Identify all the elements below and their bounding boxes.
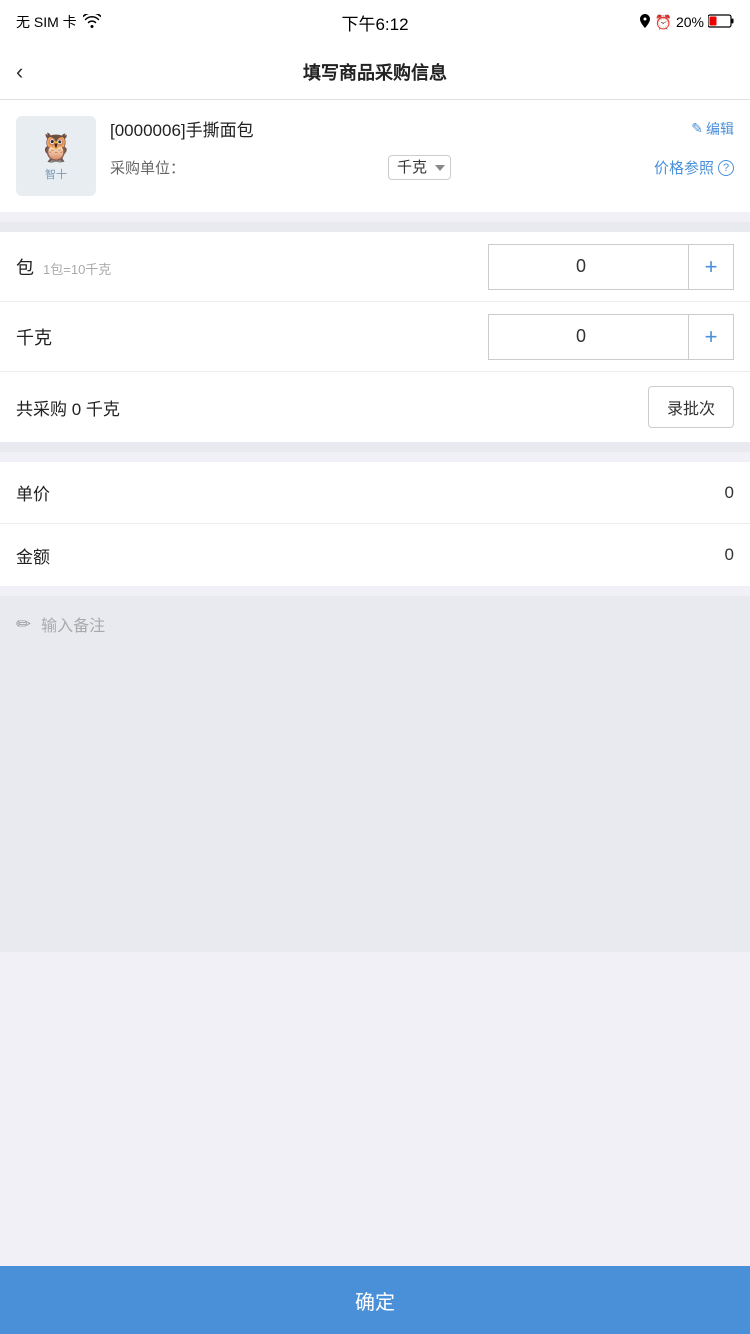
section-sep-1	[0, 222, 750, 232]
status-time: 下午6:12	[341, 10, 408, 35]
alarm-icon: ⏰	[655, 14, 672, 31]
location-icon	[639, 14, 651, 31]
bao-label: 包 1包=10千克	[16, 254, 111, 280]
help-icon: ?	[718, 160, 734, 176]
amount-label: 金额	[16, 543, 50, 568]
input-section: 包 1包=10千克 + 千克 +	[0, 232, 750, 372]
kg-input-group: +	[86, 314, 734, 360]
remark-section[interactable]: ✏ 输入备注	[0, 596, 750, 652]
batch-button[interactable]: 录批次	[648, 386, 734, 428]
status-left: 无 SIM 卡	[16, 12, 101, 32]
amount-value: 0	[725, 545, 734, 565]
battery-pct: 20%	[676, 14, 704, 30]
bao-input-group: +	[111, 244, 734, 290]
bao-sublabel: 1包=10千克	[43, 262, 111, 277]
wifi-icon	[83, 14, 101, 31]
price-section: 单价 0 金额 0	[0, 462, 750, 586]
status-right: ⏰ 20%	[639, 14, 734, 31]
unit-price-value: 0	[725, 483, 734, 503]
price-ref-link[interactable]: 价格参照 ?	[654, 157, 734, 178]
confirm-bar[interactable]: 确定	[0, 1266, 750, 1334]
status-bar: 无 SIM 卡 下午6:12 ⏰ 20%	[0, 0, 750, 44]
unit-price-label: 单价	[16, 480, 50, 505]
confirm-label: 确定	[355, 1286, 395, 1315]
page-title: 填写商品采购信息	[303, 59, 447, 85]
unit-row: 采购单位： 千克 包 价格参照 ?	[110, 155, 734, 180]
kg-label: 千克	[16, 324, 86, 350]
product-card: 🦉 智十 [0000006]手撕面包 ✎ 编辑 采购单位： 千克 包 价格参照 …	[0, 100, 750, 212]
total-text: 共采购 0 千克	[16, 395, 120, 420]
bao-plus-button[interactable]: +	[688, 244, 734, 290]
product-name: [0000006]手撕面包	[110, 116, 254, 141]
product-owl-icon: 🦉	[39, 131, 74, 164]
kg-plus-button[interactable]: +	[688, 314, 734, 360]
kg-row: 千克 +	[0, 302, 750, 372]
price-ref-label: 价格参照	[654, 157, 714, 178]
bao-row: 包 1包=10千克 +	[0, 232, 750, 302]
remark-icon: ✏	[16, 614, 31, 635]
remark-placeholder: 输入备注	[41, 612, 105, 636]
product-info: [0000006]手撕面包 ✎ 编辑 采购单位： 千克 包 价格参照 ?	[110, 116, 734, 180]
total-row: 共采购 0 千克 录批次	[0, 372, 750, 442]
unit-label: 采购单位：	[110, 157, 185, 178]
unit-price-row: 单价 0	[0, 462, 750, 524]
no-sim-label: 无 SIM 卡	[16, 12, 77, 32]
product-thumbnail: 🦉 智十	[16, 116, 96, 196]
bao-input[interactable]	[488, 244, 688, 290]
edit-label: 编辑	[706, 119, 734, 139]
nav-bar: ‹ 填写商品采购信息	[0, 44, 750, 100]
edit-icon: ✎	[691, 120, 703, 137]
product-name-row: [0000006]手撕面包 ✎ 编辑	[110, 116, 734, 141]
bottom-filler	[0, 652, 750, 952]
unit-select[interactable]: 千克 包	[388, 155, 451, 180]
battery-icon	[708, 14, 734, 31]
product-thumb-text: 智十	[45, 166, 67, 182]
back-button[interactable]: ‹	[16, 59, 23, 85]
edit-link[interactable]: ✎ 编辑	[691, 119, 734, 139]
section-sep-2	[0, 442, 750, 452]
amount-row: 金额 0	[0, 524, 750, 586]
kg-input[interactable]	[488, 314, 688, 360]
